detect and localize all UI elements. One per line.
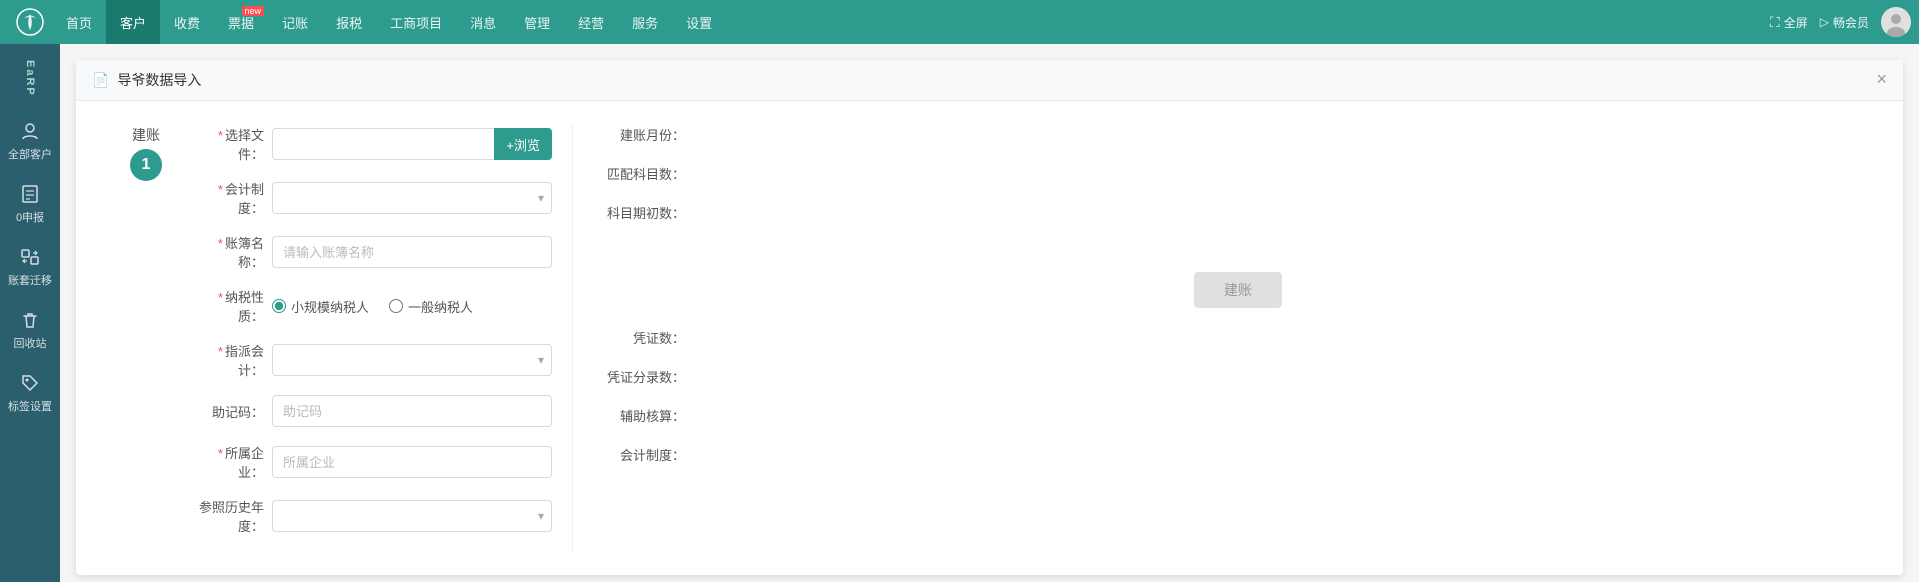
nav-item-message[interactable]: 消息 <box>456 0 510 44</box>
nav-item-home[interactable]: 首页 <box>52 0 106 44</box>
subject-initial-label: 科目期初数： <box>603 203 693 222</box>
dialog-panel: 📄 导爷数据导入 × 建账 1 选择文件： <box>76 60 1903 575</box>
tax-type-label: 纳税性质： <box>192 287 272 325</box>
memo-input[interactable] <box>272 395 552 427</box>
accountant-row: 指派会计： ▾ <box>192 341 552 379</box>
sidebar-item-all-customers[interactable]: 全部客户 <box>0 109 60 172</box>
nav-item-business[interactable]: 工商项目 <box>376 0 456 44</box>
tax-type-small-radio[interactable] <box>272 299 286 313</box>
nav-item-fee[interactable]: 收费 <box>160 0 214 44</box>
person-icon <box>18 119 42 143</box>
avatar[interactable] <box>1881 7 1911 37</box>
file-label: 选择文件： <box>192 125 272 163</box>
close-button[interactable]: × <box>1876 70 1887 88</box>
tax-type-radio-group: 小规模纳税人 一般纳税人 <box>272 297 473 316</box>
nav-item-manage[interactable]: 管理 <box>510 0 564 44</box>
nav-item-invoice[interactable]: 票据 new <box>214 0 268 44</box>
report-icon <box>18 182 42 206</box>
accounting-system-row: 会计制度： ▾ <box>192 179 552 217</box>
app-body: EaRP 全部客户 0申报 <box>0 44 1919 582</box>
file-input-wrap: +浏览 <box>272 128 552 160</box>
tax-type-small[interactable]: 小规模纳税人 <box>272 297 369 316</box>
fullscreen-icon: ⛶ <box>1770 14 1780 31</box>
import-icon: 📄 <box>92 72 109 89</box>
sidebar: EaRP 全部客户 0申报 <box>0 44 60 582</box>
browse-button[interactable]: +浏览 <box>494 128 552 160</box>
voucher-entries-row: 凭证分录数： <box>603 367 1873 386</box>
aux-accounting-row: 辅助核算： <box>603 406 1873 425</box>
aux-accounting-label: 辅助核算： <box>603 406 693 425</box>
history-year-select-wrap: ▾ <box>272 500 552 532</box>
voucher-label: 凭证数： <box>603 328 693 347</box>
accountant-select-wrap: ▾ <box>272 344 552 376</box>
sidebar-item-tag[interactable]: 标签设置 <box>0 361 60 424</box>
build-month-label: 建账月份： <box>603 125 693 144</box>
company-row: 所属企业： <box>192 443 552 481</box>
nav-item-customer[interactable]: 客户 <box>106 0 160 44</box>
trash-icon <box>18 308 42 332</box>
nav-item-settings[interactable]: 设置 <box>672 0 726 44</box>
voucher-entries-label: 凭证分录数： <box>603 367 693 386</box>
subject-initial-row: 科目期初数： <box>603 203 1873 222</box>
main-content: 📄 导爷数据导入 × 建账 1 选择文件： <box>60 44 1919 582</box>
history-year-label: 参照历史年度： <box>192 497 272 535</box>
accounting-system-label: 会计制度： <box>192 179 272 217</box>
history-year-row: 参照历史年度： ▾ <box>192 497 552 535</box>
ledger-name-row: 账簿名称： <box>192 233 552 271</box>
nav-item-account[interactable]: 记账 <box>268 0 322 44</box>
ledger-name-label: 账簿名称： <box>192 233 272 271</box>
nav-items: 首页 客户 收费 票据 new 记账 报税 工商项目 消息 管理 经营 服务 设… <box>52 0 1770 44</box>
tax-type-general-radio[interactable] <box>389 299 403 313</box>
accounting-system-info-label: 会计制度： <box>603 445 693 464</box>
accounting-system-info-row: 会计制度： <box>603 445 1873 464</box>
history-year-select[interactable] <box>272 500 552 532</box>
step-circle: 1 <box>130 149 162 181</box>
nav-right: ⛶ 全屏 ▷ 畅会员 <box>1770 7 1911 37</box>
voucher-row: 凭证数： <box>603 328 1873 347</box>
tax-type-general[interactable]: 一般纳税人 <box>389 297 473 316</box>
vip-btn[interactable]: ▷ 畅会员 <box>1820 14 1869 31</box>
memo-label: 助记码： <box>192 402 272 421</box>
transfer-icon <box>18 245 42 269</box>
match-subject-label: 匹配科目数： <box>603 164 693 183</box>
nav-item-service[interactable]: 服务 <box>618 0 672 44</box>
file-row: 选择文件： +浏览 <box>192 125 552 163</box>
dialog-header: 📄 导爷数据导入 × <box>76 60 1903 101</box>
company-input[interactable] <box>272 446 552 478</box>
info-section: 建账月份： 匹配科目数： 科目期初数： 建账 <box>572 125 1903 551</box>
sidebar-item-declaration[interactable]: 0申报 <box>0 172 60 235</box>
dialog-title: 导爷数据导入 <box>117 70 201 90</box>
memo-row: 助记码： <box>192 395 552 427</box>
sidebar-item-migration[interactable]: 账套迁移 <box>0 235 60 298</box>
nav-item-tax[interactable]: 报税 <box>322 0 376 44</box>
build-month-row: 建账月份： <box>603 125 1873 144</box>
accountant-label: 指派会计： <box>192 341 272 379</box>
accounting-system-select[interactable] <box>272 182 552 214</box>
top-navigation: 首页 客户 收费 票据 new 记账 报税 工商项目 消息 管理 经营 服务 设… <box>0 0 1919 44</box>
play-icon: ▷ <box>1820 15 1829 29</box>
fullscreen-btn[interactable]: ⛶ 全屏 <box>1770 14 1808 31</box>
tax-type-row: 纳税性质： 小规模纳税人 一般纳税人 <box>192 287 552 325</box>
ledger-name-input[interactable] <box>272 236 552 268</box>
brand-label: EaRP <box>24 52 36 109</box>
form: 选择文件： +浏览 会计制度： <box>192 125 552 551</box>
file-input[interactable] <box>272 128 494 160</box>
nav-item-operation[interactable]: 经营 <box>564 0 618 44</box>
match-subject-row: 匹配科目数： <box>603 164 1873 183</box>
company-label: 所属企业： <box>192 443 272 481</box>
accounting-system-select-wrap: ▾ <box>272 182 552 214</box>
build-account-button[interactable]: 建账 <box>1194 272 1282 308</box>
sidebar-item-recycle[interactable]: 回收站 <box>0 298 60 361</box>
dialog-body: 建账 1 选择文件： +浏览 <box>76 101 1903 575</box>
app-logo <box>8 0 52 44</box>
new-badge: new <box>242 6 265 16</box>
tag-icon <box>18 371 42 395</box>
build-btn-wrap: 建账 <box>603 242 1873 308</box>
step-label: 建账 <box>132 125 160 145</box>
accountant-select[interactable] <box>272 344 552 376</box>
